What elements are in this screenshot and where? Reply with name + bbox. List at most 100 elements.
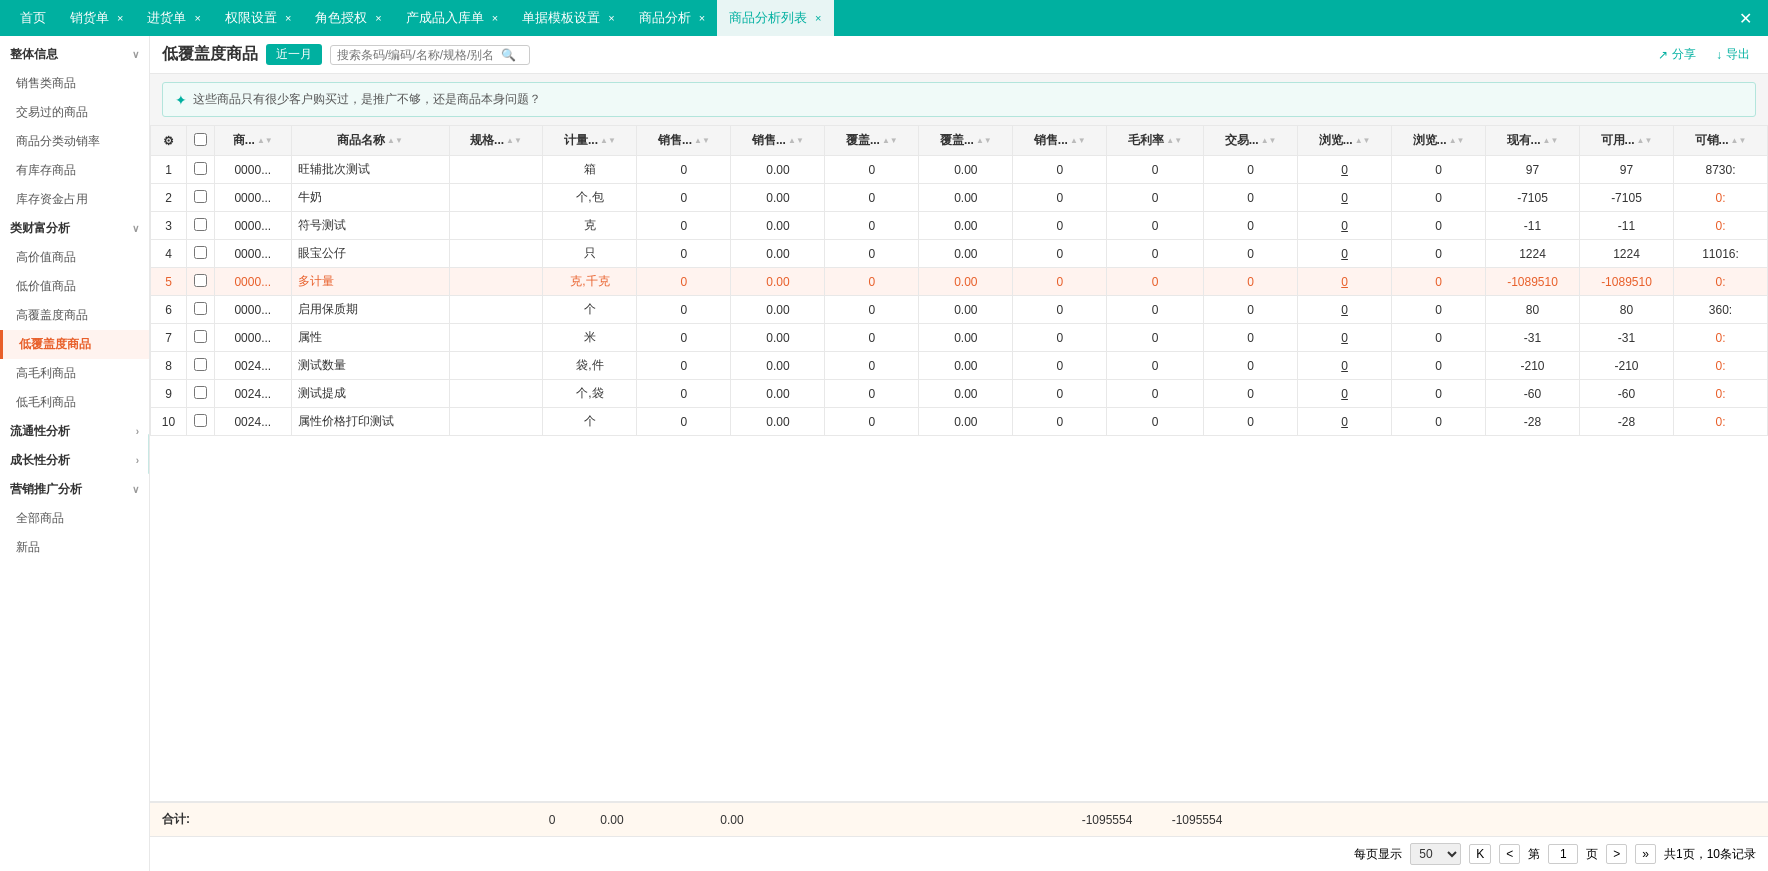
browse-link[interactable]: 0 — [1341, 247, 1348, 261]
cell-spec — [449, 184, 543, 212]
nav-item-角色授权[interactable]: 角色授权× — [303, 0, 393, 36]
row-checkbox[interactable] — [194, 302, 207, 315]
nav-close-icon[interactable]: × — [285, 0, 291, 36]
sort-icon-unit[interactable]: ▲▼ — [600, 136, 616, 145]
row-checkbox[interactable] — [194, 162, 207, 175]
period-button[interactable]: 近一月 — [266, 44, 322, 65]
sort-icon-sales2[interactable]: ▲▼ — [1070, 136, 1086, 145]
browse-link[interactable]: 0 — [1341, 331, 1348, 345]
sidebar-item-高覆盖度商品[interactable]: 高覆盖度商品 — [0, 301, 149, 330]
red-value: 0: — [1715, 331, 1725, 345]
cell-trans: 0 — [1204, 240, 1298, 268]
sidebar-section-类财富分析[interactable]: 类财富分析∨ — [0, 214, 149, 243]
sort-icon-sales_qty[interactable]: ▲▼ — [694, 136, 710, 145]
sidebar-item-全部商品[interactable]: 全部商品 — [0, 504, 149, 533]
red-value: 0: — [1715, 191, 1725, 205]
nav-close-icon[interactable]: × — [492, 0, 498, 36]
row-checkbox[interactable] — [194, 218, 207, 231]
cell-cover2: 0.00 — [919, 240, 1013, 268]
sidebar-item-高价值商品[interactable]: 高价值商品 — [0, 243, 149, 272]
cell-browse2: 0 — [1392, 268, 1486, 296]
search-icon[interactable]: 🔍 — [501, 48, 516, 62]
nav-item-单据模板设置[interactable]: 单据模板设置× — [510, 0, 626, 36]
sidebar-item-高毛利商品[interactable]: 高毛利商品 — [0, 359, 149, 388]
next-page-button[interactable]: > — [1606, 844, 1627, 864]
nav-close-icon[interactable]: × — [375, 0, 381, 36]
cell-code: 0000... — [215, 268, 292, 296]
browse-link[interactable]: 0 — [1341, 303, 1348, 317]
page-number-input[interactable] — [1548, 844, 1578, 864]
row-checkbox[interactable] — [194, 358, 207, 371]
sort-icon-sales_amt[interactable]: ▲▼ — [788, 136, 804, 145]
row-checkbox[interactable] — [194, 246, 207, 259]
sidebar-item-库存资金占用[interactable]: 库存资金占用 — [0, 185, 149, 214]
browse-link[interactable]: 0 — [1341, 191, 1348, 205]
sort-icon-stock2[interactable]: ▲▼ — [1637, 136, 1653, 145]
sort-icon-browse1[interactable]: ▲▼ — [1355, 136, 1371, 145]
cell-spec — [449, 240, 543, 268]
cell-cover2: 0.00 — [919, 352, 1013, 380]
search-input[interactable] — [337, 48, 497, 62]
row-checkbox[interactable] — [194, 414, 207, 427]
browse-link[interactable]: 0 — [1341, 359, 1348, 373]
sidebar-section-营销推广分析[interactable]: 营销推广分析∨ — [0, 475, 149, 504]
nav-close-icon[interactable]: × — [117, 0, 123, 36]
per-page-select[interactable]: 50 100 200 — [1410, 843, 1461, 865]
browse-link[interactable]: 0 — [1341, 275, 1348, 289]
sidebar-section-流通性分析[interactable]: 流通性分析› — [0, 417, 149, 446]
sidebar-item-低价值商品[interactable]: 低价值商品 — [0, 272, 149, 301]
sort-icon-gross_rate[interactable]: ▲▼ — [1166, 136, 1182, 145]
sidebar-item-低毛利商品[interactable]: 低毛利商品 — [0, 388, 149, 417]
nav-close-icon[interactable]: × — [699, 0, 705, 36]
sort-icon-stock1[interactable]: ▲▼ — [1543, 136, 1559, 145]
sidebar-section-成长性分析[interactable]: 成长性分析› — [0, 446, 149, 475]
sort-icon-name[interactable]: ▲▼ — [387, 136, 403, 145]
col-label-browse1: 浏览... — [1319, 132, 1353, 149]
nav-close-icon[interactable]: × — [815, 0, 821, 36]
sidebar-section-label: 整体信息 — [10, 46, 58, 63]
select-all-checkbox[interactable] — [194, 133, 207, 146]
sidebar-item-交易过的商品[interactable]: 交易过的商品 — [0, 98, 149, 127]
row-checkbox[interactable] — [194, 386, 207, 399]
export-button[interactable]: ↓ 导出 — [1710, 44, 1756, 65]
cell-name: 测试提成 — [291, 380, 449, 408]
last-page-button[interactable]: » — [1635, 844, 1656, 864]
sort-icon-code[interactable]: ▲▼ — [257, 136, 273, 145]
row-checkbox[interactable] — [194, 190, 207, 203]
browse-link[interactable]: 0 — [1341, 387, 1348, 401]
browse-link[interactable]: 0 — [1341, 415, 1348, 429]
nav-item-进货单[interactable]: 进货单× — [135, 0, 212, 36]
sidebar-item-有库存商品[interactable]: 有库存商品 — [0, 156, 149, 185]
settings-icon[interactable]: ⚙ — [163, 134, 174, 148]
browse-link[interactable]: 0 — [1341, 219, 1348, 233]
sort-icon-cover2[interactable]: ▲▼ — [976, 136, 992, 145]
sort-icon-browse2[interactable]: ▲▼ — [1449, 136, 1465, 145]
browse-link[interactable]: 0 — [1341, 163, 1348, 177]
share-button[interactable]: ↗ 分享 — [1652, 44, 1702, 65]
sidebar-section-整体信息[interactable]: 整体信息∨ — [0, 40, 149, 69]
nav-close-icon[interactable]: × — [194, 0, 200, 36]
first-page-button[interactable]: K — [1469, 844, 1491, 864]
cell-browse2: 0 — [1392, 296, 1486, 324]
nav-item-产成品入库单[interactable]: 产成品入库单× — [394, 0, 510, 36]
nav-item-权限设置[interactable]: 权限设置× — [213, 0, 303, 36]
page-title: 低覆盖度商品 — [162, 44, 258, 65]
col-label-unit: 计量... — [564, 132, 598, 149]
sort-icon-sellable[interactable]: ▲▼ — [1731, 136, 1747, 145]
sidebar-item-销售类商品[interactable]: 销售类商品 — [0, 69, 149, 98]
sidebar-item-商品分类动销率[interactable]: 商品分类动销率 — [0, 127, 149, 156]
prev-page-button[interactable]: < — [1499, 844, 1520, 864]
sidebar-item-新品[interactable]: 新品 — [0, 533, 149, 562]
sort-icon-spec[interactable]: ▲▼ — [506, 136, 522, 145]
row-checkbox[interactable] — [194, 274, 207, 287]
nav-item-首页[interactable]: 首页 — [8, 0, 58, 36]
nav-item-商品分析[interactable]: 商品分析× — [627, 0, 717, 36]
window-close-button[interactable]: ✕ — [1731, 9, 1760, 28]
sidebar-item-低覆盖度商品[interactable]: 低覆盖度商品 — [0, 330, 149, 359]
row-checkbox[interactable] — [194, 330, 207, 343]
sort-icon-trans[interactable]: ▲▼ — [1261, 136, 1277, 145]
nav-item-商品分析列表[interactable]: 商品分析列表× — [717, 0, 833, 36]
sort-icon-cover1[interactable]: ▲▼ — [882, 136, 898, 145]
nav-item-销货单[interactable]: 销货单× — [58, 0, 135, 36]
nav-close-icon[interactable]: × — [608, 0, 614, 36]
